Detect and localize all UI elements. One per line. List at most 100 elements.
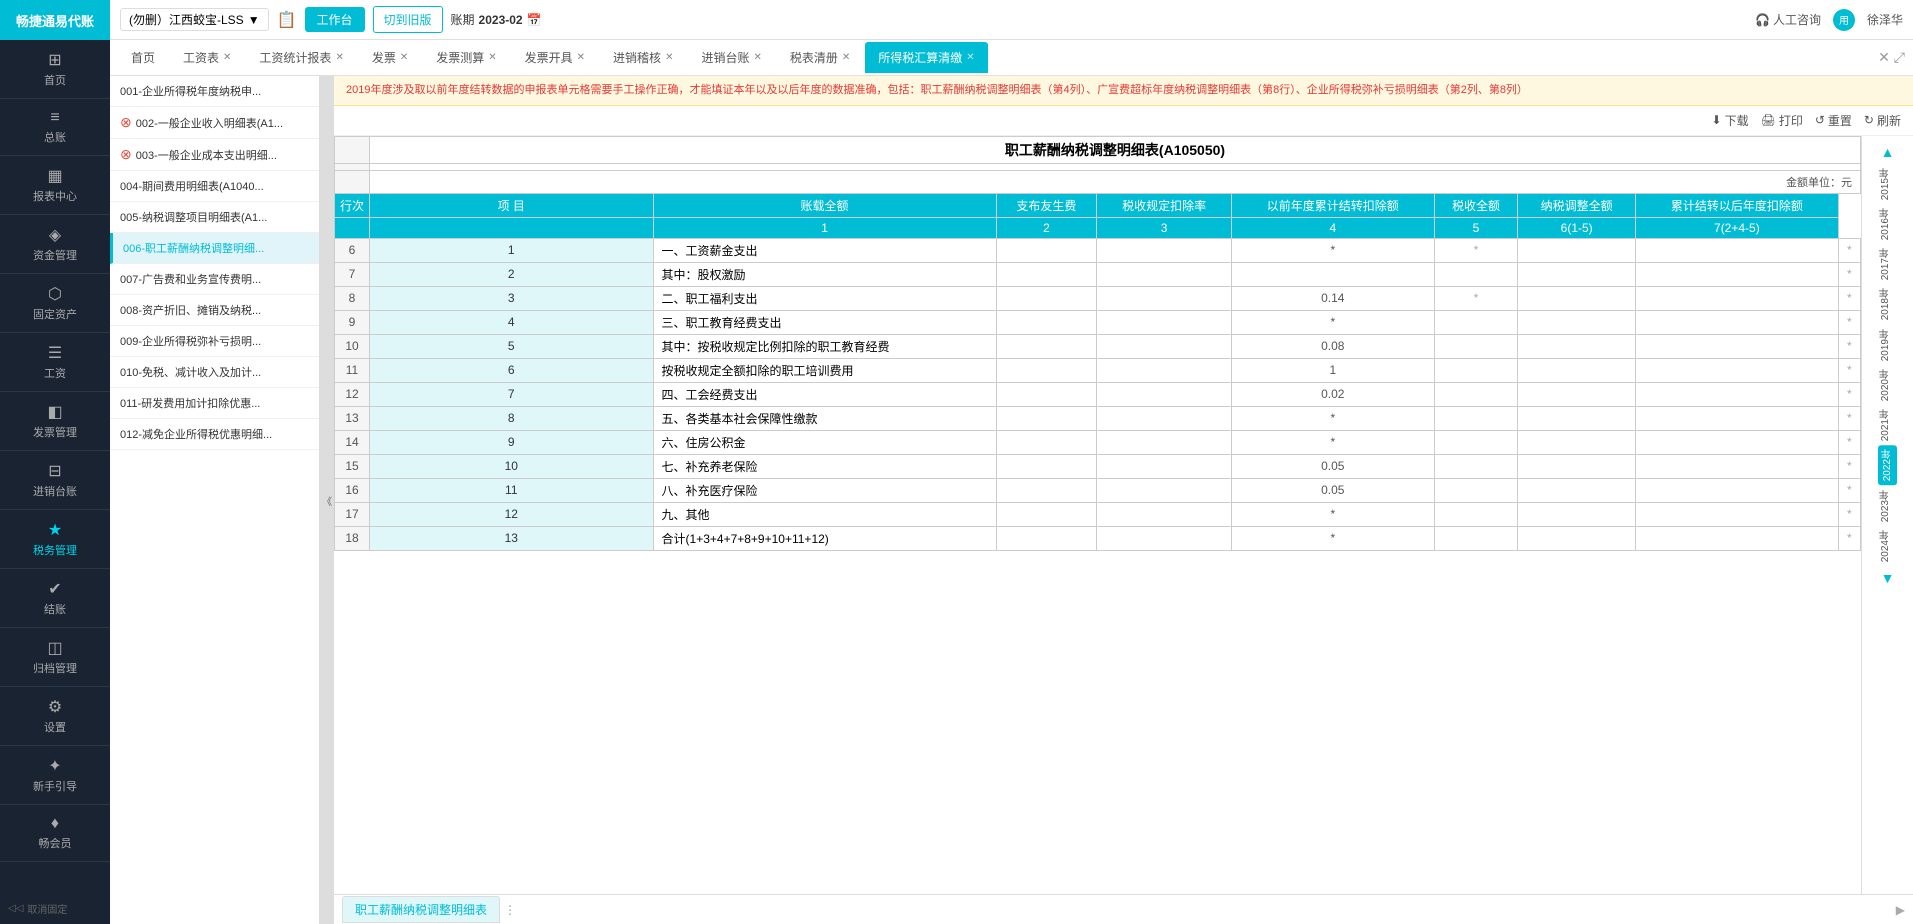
cell-c[interactable]: [996, 358, 1097, 382]
cell-c[interactable]: [996, 406, 1097, 430]
year-scroll-down[interactable]: ▼: [1877, 566, 1899, 590]
cell-d[interactable]: [1097, 526, 1232, 550]
tab-close-icon[interactable]: ✕: [223, 52, 231, 63]
cell-g[interactable]: [1518, 382, 1636, 406]
cell-f[interactable]: [1434, 502, 1518, 526]
cell-d[interactable]: [1097, 454, 1232, 478]
tab-进销台账[interactable]: 进销台账✕: [688, 42, 774, 73]
left-panel-item-011[interactable]: 011-研发费用加计扣除优惠...: [110, 388, 319, 419]
cell-i[interactable]: *: [1838, 478, 1860, 502]
sidebar-item-畅会员[interactable]: ♦畅会员: [0, 805, 110, 862]
left-panel-item-007[interactable]: 007-广告费和业务宣传费明...: [110, 264, 319, 295]
cell-d[interactable]: [1097, 502, 1232, 526]
maximize-icon[interactable]: ⤢: [1894, 49, 1905, 66]
left-panel-item-012[interactable]: 012-减免企业所得税优惠明细...: [110, 419, 319, 450]
left-panel-item-001[interactable]: 001-企业所得税年度纳税申...: [110, 76, 319, 107]
year-2018年[interactable]: 2018年: [1878, 284, 1893, 324]
cell-e[interactable]: *: [1231, 406, 1434, 430]
switch-version-button[interactable]: 切到旧版: [373, 6, 443, 33]
cell-i[interactable]: *: [1838, 358, 1860, 382]
cell-f[interactable]: [1434, 262, 1518, 286]
cell-h[interactable]: [1636, 286, 1839, 310]
cell-g[interactable]: [1518, 286, 1636, 310]
cell-h[interactable]: [1636, 406, 1839, 430]
refresh-button[interactable]: ↻ 刷新: [1864, 112, 1901, 129]
left-panel-item-009[interactable]: 009-企业所得税弥补亏损明...: [110, 326, 319, 357]
cell-e[interactable]: *: [1231, 310, 1434, 334]
left-panel-item-008[interactable]: 008-资产折旧、摊销及纳税...: [110, 295, 319, 326]
cell-h[interactable]: [1636, 454, 1839, 478]
tab-首页[interactable]: 首页: [118, 42, 168, 73]
year-scroll-up[interactable]: ▲: [1877, 140, 1899, 164]
cell-c[interactable]: [996, 382, 1097, 406]
sidebar-item-资金管理[interactable]: ◈资金管理: [0, 215, 110, 274]
cell-h[interactable]: [1636, 502, 1839, 526]
cell-g[interactable]: [1518, 526, 1636, 550]
cell-i[interactable]: *: [1838, 502, 1860, 526]
cell-f[interactable]: [1434, 526, 1518, 550]
cell-d[interactable]: [1097, 358, 1232, 382]
tab-close-icon[interactable]: ✕: [400, 52, 408, 63]
cell-c[interactable]: [996, 334, 1097, 358]
year-2021年[interactable]: 2021年: [1878, 405, 1893, 445]
sidebar-item-首页[interactable]: ⊞首页: [0, 40, 110, 99]
sidebar-item-归档管理[interactable]: ◫归档管理: [0, 628, 110, 687]
cell-d[interactable]: [1097, 406, 1232, 430]
sidebar-item-工资[interactable]: ☰工资: [0, 333, 110, 392]
cell-d[interactable]: [1097, 238, 1232, 262]
tab-close-icon[interactable]: ✕: [753, 52, 761, 63]
cell-g[interactable]: [1518, 238, 1636, 262]
sidebar-item-税务管理[interactable]: ★税务管理: [0, 510, 110, 569]
cell-e[interactable]: 0.08: [1231, 334, 1434, 358]
left-panel-item-006[interactable]: 006-职工薪酬纳税调整明细...: [110, 233, 319, 264]
cell-i[interactable]: *: [1838, 262, 1860, 286]
cell-d[interactable]: [1097, 286, 1232, 310]
reset-button[interactable]: ↺ 重置: [1815, 112, 1852, 129]
cell-d[interactable]: [1097, 310, 1232, 334]
cell-c[interactable]: [996, 454, 1097, 478]
cell-h[interactable]: [1636, 238, 1839, 262]
bottom-sheet-tab[interactable]: 职工薪酬纳税调整明细表: [342, 896, 500, 923]
sidebar-item-固定资产[interactable]: ⬡固定资产: [0, 274, 110, 333]
cell-f[interactable]: [1434, 454, 1518, 478]
cell-g[interactable]: [1518, 406, 1636, 430]
cell-i[interactable]: *: [1838, 406, 1860, 430]
tab-close-icon[interactable]: ✕: [842, 52, 850, 63]
cell-f[interactable]: [1434, 406, 1518, 430]
cell-f[interactable]: [1434, 382, 1518, 406]
cell-f[interactable]: [1434, 430, 1518, 454]
cell-c[interactable]: [996, 430, 1097, 454]
cell-g[interactable]: [1518, 358, 1636, 382]
tab-所得税汇算清缴[interactable]: 所得税汇算清缴✕: [865, 42, 987, 73]
cell-i[interactable]: *: [1838, 286, 1860, 310]
cell-i[interactable]: *: [1838, 238, 1860, 262]
support-link[interactable]: 🎧 人工咨询: [1755, 11, 1821, 28]
year-2016年[interactable]: 2016年: [1878, 204, 1893, 244]
tab-进销稽核[interactable]: 进销稽核✕: [600, 42, 686, 73]
year-2022年[interactable]: 2022年: [1878, 445, 1897, 485]
unpin-button[interactable]: ◁◁ 取消固定: [0, 893, 110, 924]
cell-c[interactable]: [996, 526, 1097, 550]
sidebar-item-进销台账[interactable]: ⊟进销台账: [0, 451, 110, 510]
company-selector[interactable]: (勿删）江西蛟宝-LSS ▼: [120, 8, 269, 31]
cell-g[interactable]: [1518, 262, 1636, 286]
year-2023年[interactable]: 2023年: [1878, 486, 1893, 526]
year-2017年[interactable]: 2017年: [1878, 244, 1893, 284]
cell-h[interactable]: [1636, 334, 1839, 358]
scroll-right-icon[interactable]: ▶: [1896, 903, 1905, 917]
left-panel-item-004[interactable]: 004-期间费用明细表(A1040...: [110, 171, 319, 202]
year-2024年[interactable]: 2024年: [1878, 526, 1893, 566]
cell-g[interactable]: [1518, 478, 1636, 502]
print-button[interactable]: 🖨 打印: [1761, 112, 1803, 129]
cell-f[interactable]: [1434, 334, 1518, 358]
sidebar-item-设置[interactable]: ⚙设置: [0, 687, 110, 746]
cell-f[interactable]: [1434, 478, 1518, 502]
cell-g[interactable]: [1518, 454, 1636, 478]
tab-工资统计报表[interactable]: 工资统计报表✕: [246, 42, 356, 73]
left-panel-item-003[interactable]: ⊗003-一般企业成本支出明细...: [110, 139, 319, 171]
sidebar-item-报表中心[interactable]: ▦报表中心: [0, 156, 110, 215]
cell-f[interactable]: *: [1434, 238, 1518, 262]
cell-g[interactable]: [1518, 430, 1636, 454]
sheet-menu-icon[interactable]: ⋮: [504, 903, 516, 917]
calendar2-icon[interactable]: 📅: [527, 13, 542, 27]
